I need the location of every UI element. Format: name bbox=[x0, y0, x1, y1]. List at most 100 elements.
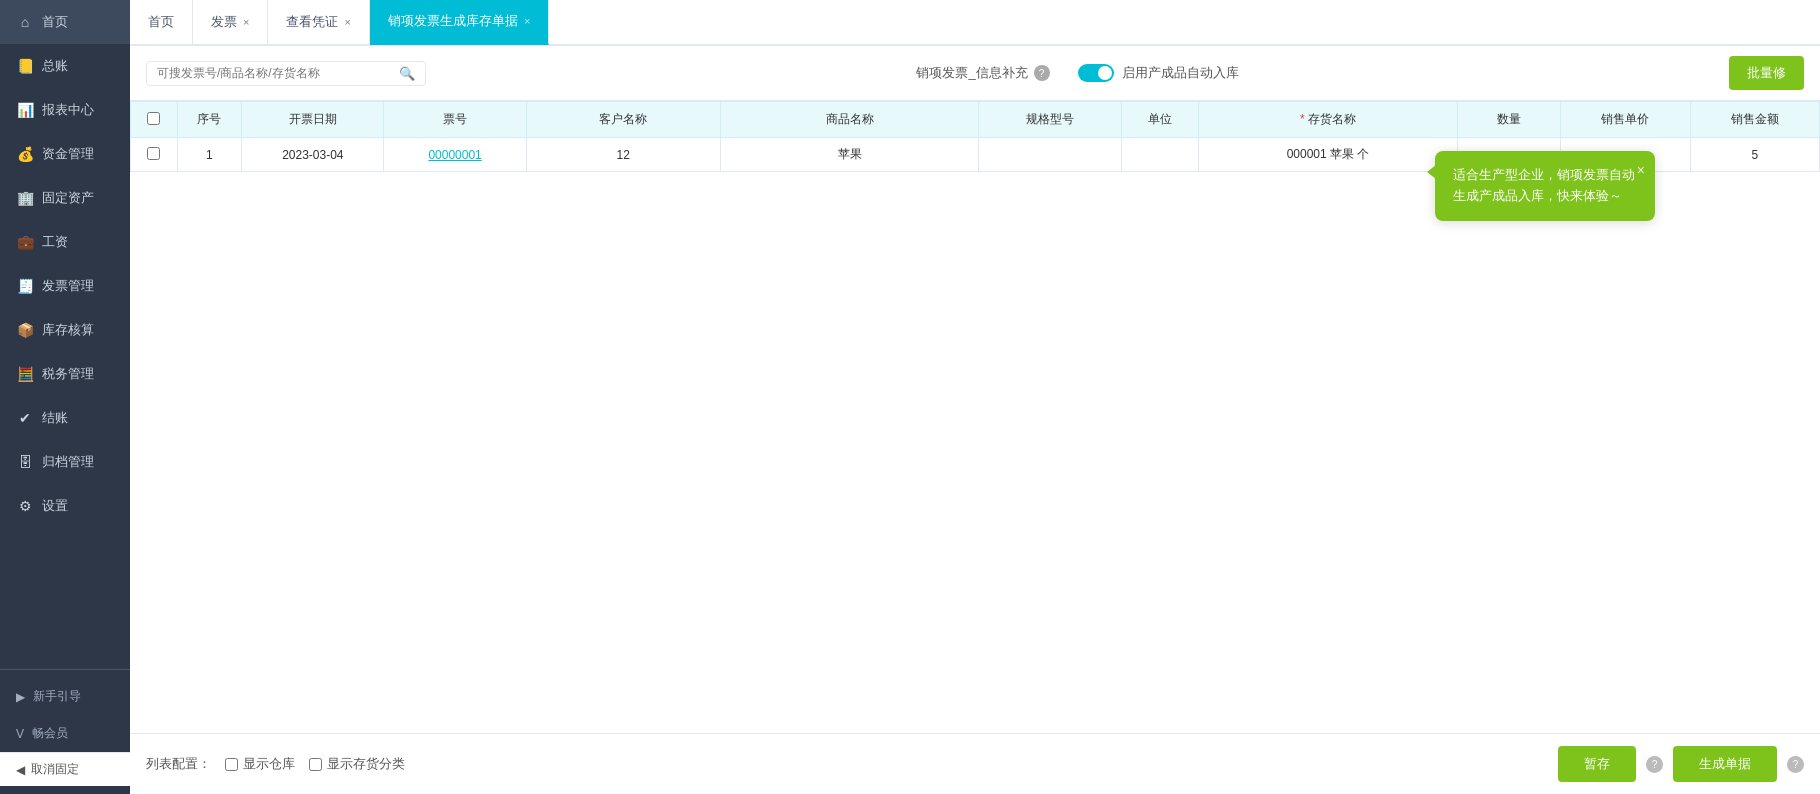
sidebar-item-label-invoices: 发票管理 bbox=[42, 277, 94, 295]
sidebar-item-invoices[interactable]: 🧾 发票管理 bbox=[0, 264, 130, 308]
tab-home-tab[interactable]: 首页 bbox=[130, 0, 193, 45]
tab-voucher-tab[interactable]: 查看凭证 × bbox=[268, 0, 369, 45]
cell-product: 苹果 bbox=[720, 138, 979, 172]
generate-help-icon[interactable]: ? bbox=[1787, 756, 1804, 773]
sidebar-item-label-ledger: 总账 bbox=[42, 57, 68, 75]
tax-icon: 🧮 bbox=[16, 366, 34, 382]
sidebar-item-settings[interactable]: ⚙ 设置 bbox=[0, 484, 130, 528]
main-area: 首页发票×查看凭证×销项发票生成库存单据× 🔍 销项发票_信息补充 ? 启用产成… bbox=[130, 0, 1820, 794]
sidebar-item-label-archive: 归档管理 bbox=[42, 453, 94, 471]
row-checkbox[interactable] bbox=[147, 147, 160, 160]
guide-icon: ▶ bbox=[16, 690, 25, 704]
tab-invoice-tab[interactable]: 发票× bbox=[193, 0, 268, 45]
cell-number[interactable]: 00000001 bbox=[384, 138, 526, 172]
sidebar-item-home[interactable]: ⌂ 首页 bbox=[0, 0, 130, 44]
sidebar-item-label-inventory: 库存核算 bbox=[42, 321, 94, 339]
sidebar-item-funds[interactable]: 💰 资金管理 bbox=[0, 132, 130, 176]
info-label: 销项发票_信息补充 bbox=[916, 64, 1027, 82]
cancel-fixed-label: 取消固定 bbox=[31, 761, 79, 778]
cell-amount: 5 bbox=[1690, 138, 1819, 172]
settings-icon: ⚙ bbox=[16, 498, 34, 514]
save-button[interactable]: 暂存 bbox=[1558, 746, 1636, 782]
sidebar-item-archive[interactable]: 🗄 归档管理 bbox=[0, 440, 130, 484]
cell-unit bbox=[1121, 138, 1199, 172]
col-number: 票号 bbox=[384, 102, 526, 138]
sidebar-item-settle[interactable]: ✔ 结账 bbox=[0, 396, 130, 440]
invoices-icon: 🧾 bbox=[16, 278, 34, 294]
sidebar-item-reports[interactable]: 📊 报表中心 bbox=[0, 88, 130, 132]
generate-button[interactable]: 生成单据 bbox=[1673, 746, 1777, 782]
cell-date: 2023-03-04 bbox=[242, 138, 384, 172]
show-category-label[interactable]: 显示存货分类 bbox=[309, 755, 405, 773]
col-seq: 序号 bbox=[177, 102, 242, 138]
cell-spec bbox=[979, 138, 1121, 172]
cell-seq: 1 bbox=[177, 138, 242, 172]
sidebar-item-tax[interactable]: 🧮 税务管理 bbox=[0, 352, 130, 396]
batch-button[interactable]: 批量修 bbox=[1729, 56, 1804, 90]
sidebar-bottom: ▶ 新手引导 V 畅会员 ◀ 取消固定 bbox=[0, 669, 130, 794]
tooltip-close-button[interactable]: × bbox=[1637, 159, 1645, 181]
cancel-fixed-button[interactable]: ◀ 取消固定 bbox=[0, 752, 130, 786]
content-area: 🔍 销项发票_信息补充 ? 启用产成品自动入库 批量修 序号开票日期票号客户名称… bbox=[130, 46, 1820, 794]
sidebar-item-payroll[interactable]: 💼 工资 bbox=[0, 220, 130, 264]
col-quantity: 数量 bbox=[1457, 102, 1560, 138]
col-price: 销售单价 bbox=[1561, 102, 1690, 138]
ledger-icon: 📒 bbox=[16, 58, 34, 74]
cell-customer: 12 bbox=[526, 138, 720, 172]
col-date: 开票日期 bbox=[242, 102, 384, 138]
sidebar-item-vip[interactable]: V 畅会员 bbox=[0, 715, 130, 752]
settle-icon: ✔ bbox=[16, 410, 34, 426]
cancel-fixed-icon: ◀ bbox=[16, 763, 25, 777]
tooltip-popup: × 适合生产型企业，销项发票自动生成产成品入库，快来体验～ bbox=[1435, 151, 1655, 221]
cell-checkbox bbox=[131, 138, 178, 172]
home-icon: ⌂ bbox=[16, 14, 34, 30]
sidebar-item-inventory[interactable]: 📦 库存核算 bbox=[0, 308, 130, 352]
vip-icon: V bbox=[16, 727, 24, 741]
sidebar-item-label-reports: 报表中心 bbox=[42, 101, 94, 119]
sidebar-item-label-assets: 固定资产 bbox=[42, 189, 94, 207]
tab-close-invoice-tab[interactable]: × bbox=[243, 16, 249, 28]
sidebar-item-label-payroll: 工资 bbox=[42, 233, 68, 251]
search-icon: 🔍 bbox=[399, 66, 415, 81]
tab-label-home-tab: 首页 bbox=[148, 13, 174, 31]
sidebar: ⌂ 首页 📒 总账 📊 报表中心 💰 资金管理 🏢 固定资产 💼 工资 🧾 发票… bbox=[0, 0, 130, 794]
tab-close-voucher-tab[interactable]: × bbox=[344, 16, 350, 28]
col-spec: 规格型号 bbox=[979, 102, 1121, 138]
show-warehouse-label[interactable]: 显示仓库 bbox=[225, 755, 295, 773]
cell-inventory: 000001 苹果 个 bbox=[1199, 138, 1458, 172]
bottom-actions: 暂存 ? 生成单据 ? bbox=[1558, 746, 1804, 782]
info-section: 销项发票_信息补充 ? bbox=[916, 64, 1049, 82]
save-help-icon[interactable]: ? bbox=[1646, 756, 1663, 773]
show-warehouse-text: 显示仓库 bbox=[243, 755, 295, 773]
sidebar-bottom-label-vip: 畅会员 bbox=[32, 725, 68, 742]
config-label: 列表配置： bbox=[146, 755, 211, 773]
info-help-icon[interactable]: ? bbox=[1034, 65, 1050, 81]
search-input[interactable] bbox=[157, 66, 393, 80]
assets-icon: 🏢 bbox=[16, 190, 34, 206]
sidebar-item-assets[interactable]: 🏢 固定资产 bbox=[0, 176, 130, 220]
sidebar-item-label-settle: 结账 bbox=[42, 409, 68, 427]
tab-close-cancel-invoice-tab[interactable]: × bbox=[524, 15, 530, 27]
tab-label-voucher-tab: 查看凭证 bbox=[286, 13, 338, 31]
tab-cancel-invoice-tab[interactable]: 销项发票生成库存单据× bbox=[370, 0, 549, 45]
col-customer: 客户名称 bbox=[526, 102, 720, 138]
toggle-label: 启用产成品自动入库 bbox=[1122, 64, 1239, 82]
sidebar-item-label-tax: 税务管理 bbox=[42, 365, 94, 383]
search-box[interactable]: 🔍 bbox=[146, 61, 426, 86]
sidebar-item-label-home: 首页 bbox=[42, 13, 68, 31]
archive-icon: 🗄 bbox=[16, 454, 34, 470]
show-category-checkbox[interactable] bbox=[309, 758, 322, 771]
reports-icon: 📊 bbox=[16, 102, 34, 118]
list-config: 列表配置： 显示仓库 显示存货分类 bbox=[146, 755, 405, 773]
sidebar-item-newbie[interactable]: ▶ 新手引导 bbox=[0, 678, 130, 715]
sidebar-item-label-funds: 资金管理 bbox=[42, 145, 94, 163]
sidebar-item-ledger[interactable]: 📒 总账 bbox=[0, 44, 130, 88]
select-all-checkbox[interactable] bbox=[147, 112, 160, 125]
payroll-icon: 💼 bbox=[16, 234, 34, 250]
col-checkbox bbox=[131, 102, 178, 138]
toolbar: 🔍 销项发票_信息补充 ? 启用产成品自动入库 批量修 bbox=[130, 46, 1820, 101]
show-warehouse-checkbox[interactable] bbox=[225, 758, 238, 771]
auto-instock-toggle[interactable] bbox=[1078, 64, 1114, 82]
tab-bar: 首页发票×查看凭证×销项发票生成库存单据× bbox=[130, 0, 1820, 46]
show-category-text: 显示存货分类 bbox=[327, 755, 405, 773]
